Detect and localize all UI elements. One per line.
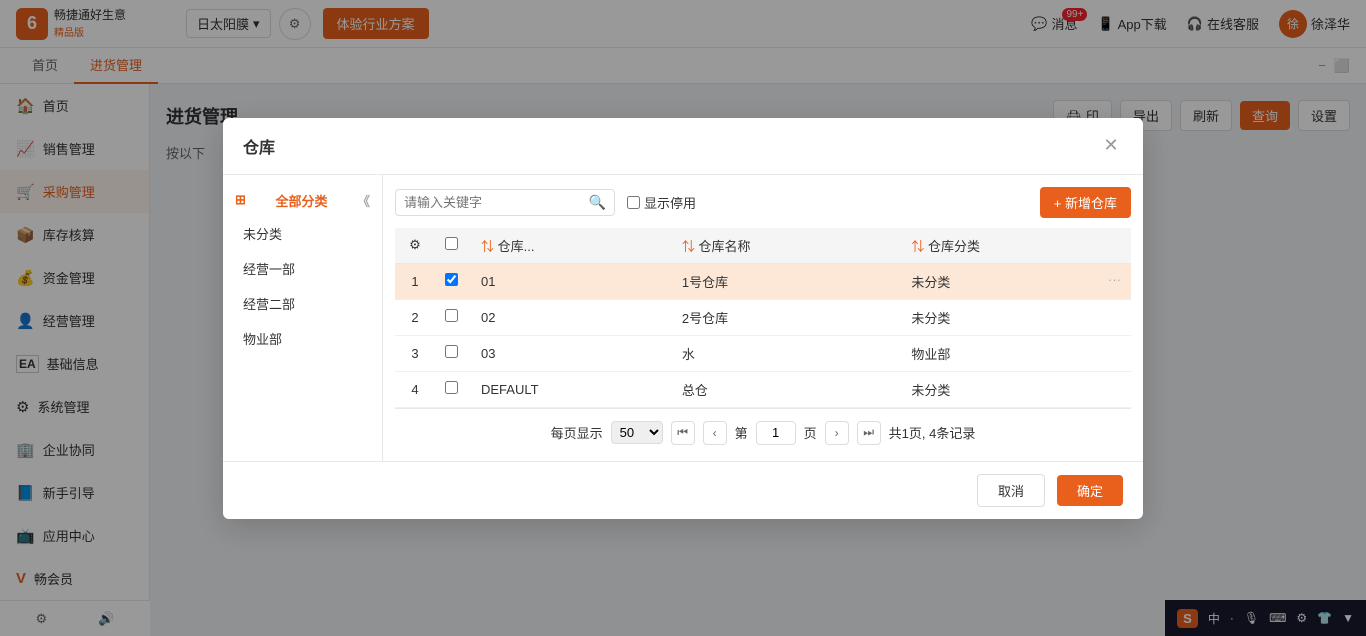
table-scroll: ⚙ ⇅ 仓库... ⇅ [395,228,1131,408]
table-row[interactable]: 4 DEFAULT 总仓 未分类 [395,371,1131,407]
per-page-select-wrap: 50 10 20 100 [611,421,663,444]
row-checkbox[interactable] [445,309,458,322]
category-panel: ⊞ 全部分类 《 未分类 经营一部 经营二部 物业部 [223,175,383,461]
confirm-button[interactable]: 确定 [1057,475,1123,506]
sort-icon2: ⇅ [682,239,695,254]
page-label-pre: 第 [735,423,748,442]
row-category: 未分类 [901,299,1131,335]
row-num: 4 [395,371,435,407]
row-name: 2号仓库 [672,299,902,335]
table-row[interactable]: 1 01 1号仓库 未分类··· [395,263,1131,299]
category-item-ops1[interactable]: 经营一部 [223,251,382,286]
sort-icon3: ⇅ [911,239,924,254]
next-page-button[interactable]: › [825,421,849,445]
category-all[interactable]: ⊞ 全部分类 《 [223,185,382,216]
modal-header: 仓库 ✕ [223,118,1143,175]
modal-body: ⊞ 全部分类 《 未分类 经营一部 经营二部 物业部 🔍 [223,175,1143,461]
per-page-label: 每页显示 [551,423,603,442]
sort-icon: ⇅ [481,239,494,254]
table-panel: 🔍 显示停用 + 新增仓库 ⚙ [383,175,1143,461]
modal-close-button[interactable]: ✕ [1099,134,1123,158]
gear-col-icon: ⚙ [409,237,421,252]
col-code: ⇅ 仓库... [471,228,672,264]
col-gear: ⚙ [395,228,435,264]
total-info: 共1页, 4条记录 [889,423,976,442]
show-disabled-checkbox[interactable] [627,196,640,209]
modal-footer: 取消 确定 [223,461,1143,519]
row-checkbox-cell [435,263,471,299]
pagination: 每页显示 50 10 20 100 ⏮ ‹ 第 页 › [395,408,1131,449]
category-all-label: 全部分类 [275,191,327,210]
table-header-row: ⚙ ⇅ 仓库... ⇅ [395,228,1131,264]
row-name: 总仓 [672,371,902,407]
grid-icon: ⊞ [235,192,246,208]
last-page-button[interactable]: ⏭ [857,421,881,445]
row-category: 物业部 [901,335,1131,371]
first-page-button[interactable]: ⏮ [671,421,695,445]
category-item-ops2[interactable]: 经营二部 [223,286,382,321]
select-all-checkbox[interactable] [445,237,458,250]
category-item-property[interactable]: 物业部 [223,321,382,356]
search-input-wrap: 🔍 [395,189,615,216]
row-name: 水 [672,335,902,371]
search-bar: 🔍 显示停用 + 新增仓库 [395,187,1131,218]
search-input[interactable] [404,195,583,210]
row-code: 02 [471,299,672,335]
row-checkbox[interactable] [445,273,458,286]
prev-page-button[interactable]: ‹ [703,421,727,445]
row-code: 01 [471,263,672,299]
row-category: 未分类··· [901,263,1131,299]
per-page-select[interactable]: 50 10 20 100 [611,421,663,444]
collapse-icon[interactable]: 《 [357,191,370,210]
row-code: DEFAULT [471,371,672,407]
col-name: ⇅ 仓库名称 [672,228,902,264]
add-warehouse-button[interactable]: + 新增仓库 [1040,187,1131,218]
table-row[interactable]: 3 03 水 物业部 [395,335,1131,371]
row-checkbox-cell [435,335,471,371]
row-num: 3 [395,335,435,371]
row-name: 1号仓库 [672,263,902,299]
row-num: 2 [395,299,435,335]
search-icon[interactable]: 🔍 [589,194,606,211]
row-checkbox[interactable] [445,381,458,394]
col-checkbox [435,228,471,264]
row-num: 1 [395,263,435,299]
warehouse-table: ⚙ ⇅ 仓库... ⇅ [395,228,1131,408]
modal-title: 仓库 [243,134,275,158]
row-category: 未分类 [901,371,1131,407]
cancel-button[interactable]: 取消 [977,474,1045,507]
show-disabled-label[interactable]: 显示停用 [627,193,696,212]
row-checkbox-cell [435,371,471,407]
action-dots[interactable]: ··· [1108,272,1121,287]
row-code: 03 [471,335,672,371]
row-checkbox-cell [435,299,471,335]
page-label: 页 [804,423,817,442]
warehouse-modal: 仓库 ✕ ⊞ 全部分类 《 未分类 经营一部 经营二部 物业部 [223,118,1143,519]
table-row[interactable]: 2 02 2号仓库 未分类 [395,299,1131,335]
page-number-input[interactable] [756,421,796,445]
modal-overlay: 仓库 ✕ ⊞ 全部分类 《 未分类 经营一部 经营二部 物业部 [0,0,1366,636]
col-category: ⇅ 仓库分类 [901,228,1131,264]
row-checkbox[interactable] [445,345,458,358]
category-item-unclassified[interactable]: 未分类 [223,216,382,251]
